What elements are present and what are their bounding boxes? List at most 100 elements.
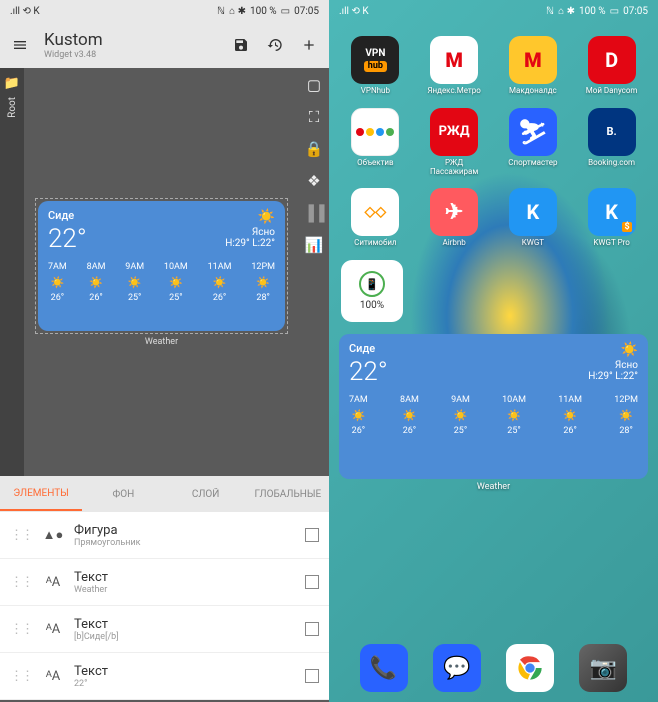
- checkbox[interactable]: [305, 575, 319, 589]
- app-bnb[interactable]: ✈Airbnb: [418, 188, 491, 248]
- lock-icon[interactable]: 🔒: [305, 140, 324, 158]
- weather-temp: 22°: [48, 224, 87, 254]
- app-mcd[interactable]: MМакдоналдс: [497, 36, 570, 96]
- tab-background[interactable]: ФОН: [82, 479, 164, 510]
- hour-col: 10AM☀️25°: [502, 395, 526, 436]
- app-title-sub: Widget v3.48: [44, 50, 217, 60]
- left-rail: 📁 Root: [0, 68, 24, 476]
- folder-icon[interactable]: 📁: [4, 76, 20, 91]
- root-label[interactable]: Root: [7, 97, 18, 118]
- bluetooth-icon: ⌂ ✱: [558, 6, 575, 17]
- dock-messages[interactable]: 💬: [433, 644, 481, 692]
- drag-handle-icon[interactable]: ⋮⋮: [10, 575, 32, 590]
- kustom-editor-screen: .ıll ⟲ K ℕ ⌂ ✱ 100 % ▭ 07:05 Kustom Widg…: [0, 0, 329, 702]
- drag-handle-icon[interactable]: ⋮⋮: [10, 528, 32, 543]
- tab-elements[interactable]: ЭЛЕМЕНТЫ: [0, 478, 82, 511]
- element-row[interactable]: ⋮⋮ ᴬA Текст22°: [0, 653, 329, 700]
- hour-col: 11AM☀️26°: [558, 395, 582, 436]
- nfc-icon: ℕ: [546, 6, 554, 17]
- status-bar: .ıll ⟲ K ℕ ⌂ ✱ 100 % ▭ 07:05: [0, 0, 329, 22]
- app-siti[interactable]: ◇◇Ситимобил: [339, 188, 412, 248]
- save-icon[interactable]: [231, 35, 251, 55]
- phone-icon: 📱: [359, 271, 385, 297]
- home-weather-widget[interactable]: Сиде 22° ☀️ Ясно H:29° L:22° 7AM☀️26°8AM…: [339, 334, 648, 492]
- drag-handle-icon[interactable]: ⋮⋮: [10, 669, 32, 684]
- weather-widget: Сиде 22° ☀️ Ясно H:29° L:22° 7AM☀️26° 8AM…: [38, 201, 285, 331]
- right-rail: ▢ ⛶ 🔒 ❖ ▐▐ 📊: [299, 68, 329, 476]
- app-sport[interactable]: ⛷Спортмастер: [497, 108, 570, 177]
- app-dany[interactable]: DМой Danycom: [575, 36, 648, 96]
- app-title: Kustom Widget v3.48: [44, 30, 217, 60]
- app-vpn[interactable]: VPNhubVPNhub: [339, 36, 412, 96]
- app-metro[interactable]: МЯндекс.Метро: [418, 36, 491, 96]
- hour-col: 12PM☀️28°: [251, 262, 275, 303]
- canvas[interactable]: Сиде 22° ☀️ Ясно H:29° L:22° 7AM☀️26° 8AM…: [24, 68, 299, 476]
- hour-col: 10AM☀️25°: [164, 262, 188, 303]
- hour-col: 9AM☀️25°: [125, 262, 144, 303]
- clock: 07:05: [294, 6, 319, 17]
- dock-phone[interactable]: 📞: [360, 644, 408, 692]
- hour-col: 12PM☀️28°: [614, 395, 638, 436]
- battery-pct: 100 %: [250, 6, 277, 17]
- element-type-icon: ▲●: [42, 527, 64, 543]
- hour-col: 7AM☀️26°: [48, 262, 67, 303]
- element-row[interactable]: ⋮⋮ ᴬA Текст[b]Сиде[/b]: [0, 606, 329, 653]
- hour-col: 8AM☀️26°: [87, 262, 106, 303]
- widget-frame[interactable]: Сиде 22° ☀️ Ясно H:29° L:22° 7AM☀️26° 8AM…: [35, 198, 288, 334]
- status-right: ℕ ⌂ ✱ 100 % ▭ 07:05: [217, 6, 319, 17]
- canvas-area: 📁 Root Сиде 22° ☀️ Ясно: [0, 68, 329, 476]
- app-kwgtp[interactable]: K$KWGT Pro: [575, 188, 648, 248]
- battery-icon: ▭: [281, 6, 290, 17]
- weather-hours: 7AM☀️26° 8AM☀️26° 9AM☀️25° 10AM☀️25° 11AM☀️2…: [349, 395, 638, 436]
- tabs: ЭЛЕМЕНТЫ ФОН СЛОЙ ГЛОБАЛЬНЫЕ: [0, 476, 329, 512]
- nfc-icon: ℕ: [217, 6, 225, 17]
- hour-col: 8AM☀️26°: [400, 395, 419, 436]
- weather-condition: ☀️ Ясно H:29° L:22°: [225, 209, 275, 249]
- checkbox[interactable]: [305, 528, 319, 542]
- add-icon[interactable]: [299, 35, 319, 55]
- weather-location: Сиде: [48, 209, 87, 222]
- checkbox[interactable]: [305, 669, 319, 683]
- dock: 📞 💬 📷: [329, 644, 658, 692]
- hour-col: 11AM☀️26°: [208, 262, 232, 303]
- tab-globals[interactable]: ГЛОБАЛЬНЫЕ: [247, 479, 329, 510]
- battery-icon: ▭: [610, 6, 619, 17]
- hour-col: 9AM☀️25°: [451, 395, 470, 436]
- drag-handle-icon[interactable]: ⋮⋮: [10, 622, 32, 637]
- bluetooth-icon: ⌂ ✱: [229, 6, 246, 17]
- element-type-icon: ᴬA: [42, 668, 64, 684]
- pause-icon[interactable]: ▐▐: [303, 204, 324, 222]
- status-bar-home: .ıll ⟲ K ℕ ⌂ ✱ 100 % ▭ 07:05: [329, 0, 658, 22]
- battery-widget[interactable]: 📱 100%: [341, 260, 403, 322]
- fullscreen-icon[interactable]: ⛶: [309, 108, 320, 126]
- app-kwgt[interactable]: KKWGT: [497, 188, 570, 248]
- app-bar: Kustom Widget v3.48: [0, 22, 329, 68]
- status-left: .ıll ⟲ K: [10, 6, 40, 17]
- battery-pct-label: 100%: [360, 300, 384, 311]
- checkbox[interactable]: [305, 622, 319, 636]
- app-rzd[interactable]: РЖДРЖД Пассажирам: [418, 108, 491, 177]
- sun-icon: ☀️: [225, 209, 275, 225]
- menu-icon[interactable]: [10, 35, 30, 55]
- dock-chrome[interactable]: [506, 644, 554, 692]
- dock-camera[interactable]: 📷: [579, 644, 627, 692]
- layers-icon[interactable]: ❖: [307, 172, 320, 190]
- app-title-main: Kustom: [44, 30, 217, 50]
- chart-icon[interactable]: 📊: [305, 236, 324, 254]
- sun-icon: ☀️: [588, 342, 638, 358]
- element-type-icon: ᴬA: [42, 621, 64, 637]
- element-row[interactable]: ⋮⋮ ▲● ФигураПрямоугольник: [0, 512, 329, 559]
- element-type-icon: ᴬA: [42, 574, 64, 590]
- element-list: ⋮⋮ ▲● ФигураПрямоугольник ⋮⋮ ᴬA ТекстWea…: [0, 512, 329, 700]
- app-obj[interactable]: Объектив: [339, 108, 412, 177]
- history-icon[interactable]: [265, 35, 285, 55]
- tab-layer[interactable]: СЛОЙ: [165, 479, 247, 510]
- home-screen: .ıll ⟲ K ℕ ⌂ ✱ 100 % ▭ 07:05 VPNhubVPNhu…: [329, 0, 658, 702]
- element-row[interactable]: ⋮⋮ ᴬA ТекстWeather: [0, 559, 329, 606]
- app-grid: VPNhubVPNhubМЯндекс.МетроMМакдоналдсDМой…: [329, 22, 658, 248]
- square-icon[interactable]: ▢: [307, 76, 321, 94]
- widget-label: Weather: [35, 337, 288, 347]
- hour-col: 7AM☀️26°: [349, 395, 368, 436]
- weather-hours: 7AM☀️26° 8AM☀️26° 9AM☀️25° 10AM☀️25° 11AM☀️2…: [48, 262, 275, 303]
- app-book[interactable]: B.Booking.com: [575, 108, 648, 177]
